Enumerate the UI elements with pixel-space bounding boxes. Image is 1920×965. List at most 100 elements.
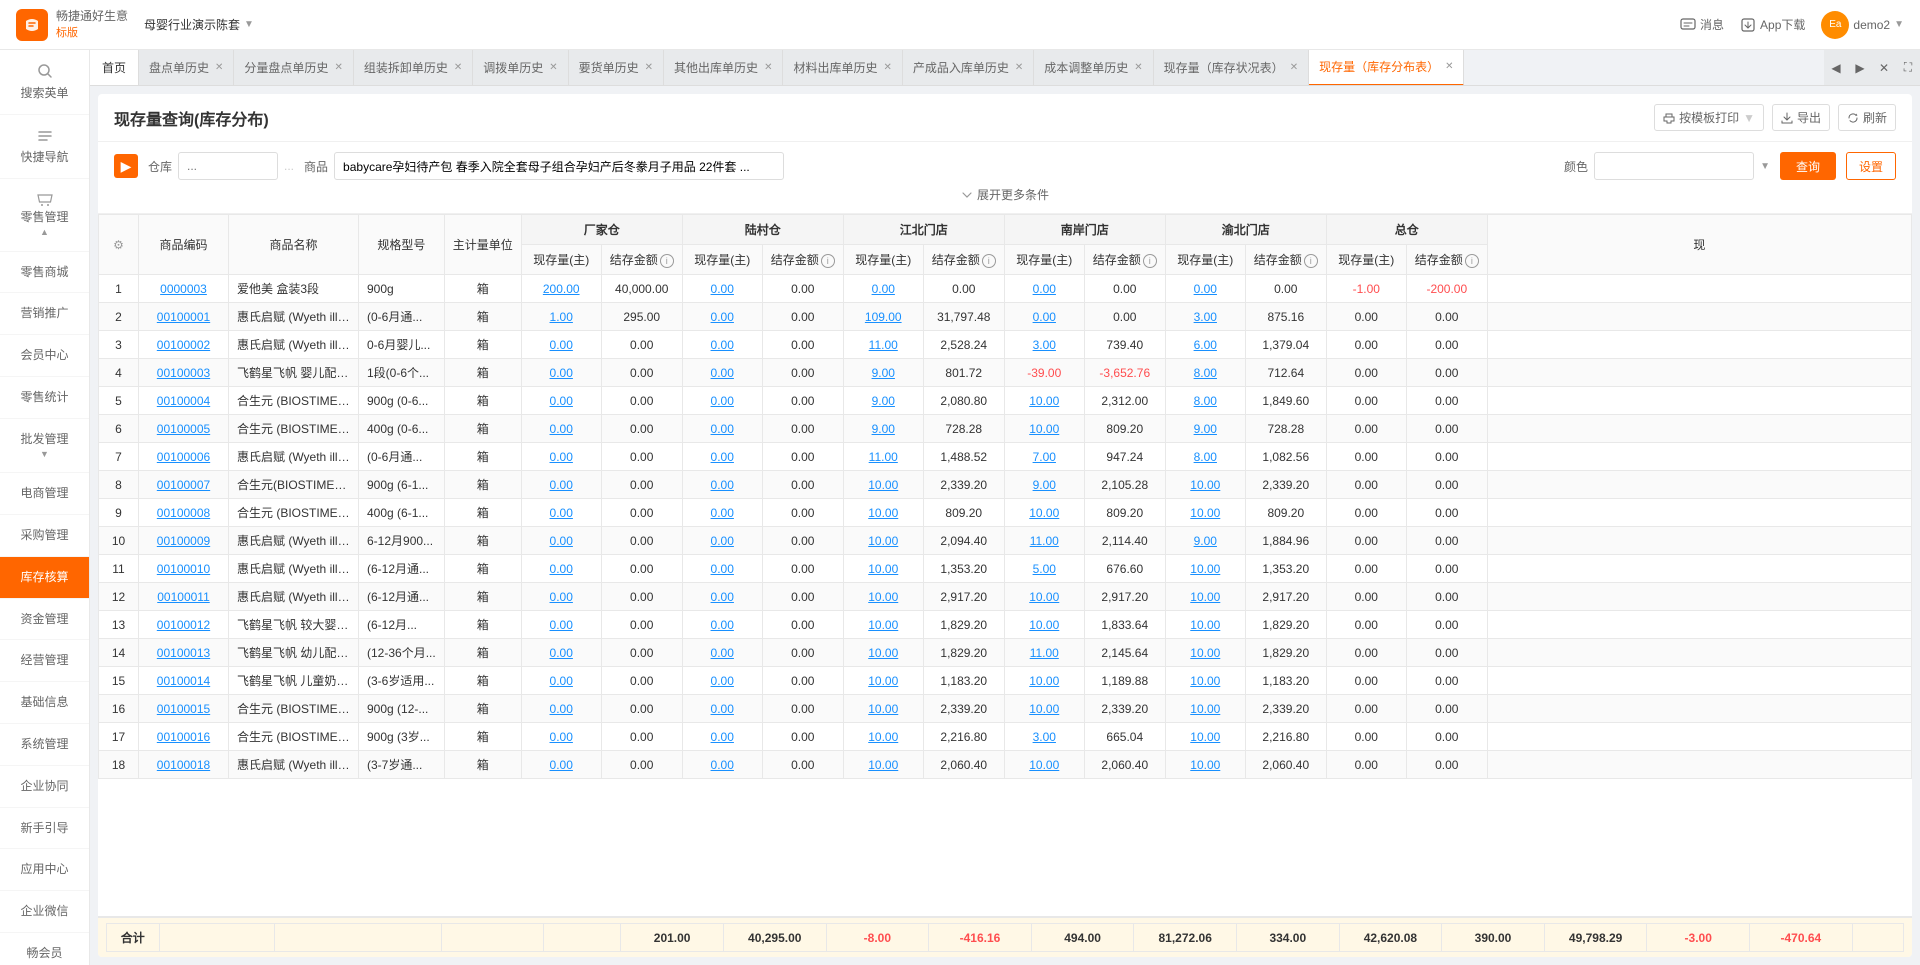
tab-close-btn[interactable]: ✕: [1445, 61, 1453, 72]
tab-transfer[interactable]: 调拨单历史 ✕: [473, 50, 568, 86]
sidebar-item-search[interactable]: 搜索英单: [0, 50, 89, 115]
th-total-amt: 结存金额i: [1406, 245, 1487, 275]
expand-btn[interactable]: 展开更多条件: [961, 186, 1049, 203]
sidebar-item-basic-info[interactable]: 基础信息: [0, 682, 89, 724]
tab-stock-status[interactable]: 现存量（库存状况表） ✕: [1154, 50, 1309, 86]
sidebar-item-operations[interactable]: 经营管理: [0, 640, 89, 682]
factory-amt-info[interactable]: i: [660, 254, 674, 268]
tab-close-btn[interactable]: ✕: [1015, 62, 1023, 73]
cell-total-amt: 0.00: [1406, 667, 1487, 695]
tab-close-btn[interactable]: ✕: [454, 62, 462, 73]
tab-close-btn[interactable]: ✕: [334, 62, 342, 73]
cell-factory-qty: 0.00: [521, 583, 601, 611]
company-selector[interactable]: 母婴行业演示陈套 ▼: [144, 16, 254, 33]
search-toggle-btn[interactable]: ▶: [114, 154, 138, 178]
cell-num: 3: [99, 331, 139, 359]
cell-total-amt: 0.00: [1406, 499, 1487, 527]
sidebar-item-purchase[interactable]: 采购管理: [0, 515, 89, 557]
tab-close-btn[interactable]: ✕: [215, 62, 223, 73]
na-amt-info[interactable]: i: [1143, 254, 1157, 268]
tab-material-outbound[interactable]: 材料出库单历史 ✕: [783, 50, 902, 86]
warehouse-more-btn[interactable]: ...: [284, 159, 294, 173]
tab-prev-btn[interactable]: ◀: [1824, 50, 1848, 86]
lc-amt-info[interactable]: i: [821, 254, 835, 268]
tab-inventory-count-sub[interactable]: 分量盘点单历史 ✕: [234, 50, 353, 86]
tab-next-btn[interactable]: ▶: [1848, 50, 1872, 86]
cell-spec: 1段(0-6个...: [359, 359, 445, 387]
total-amt-info[interactable]: i: [1465, 254, 1479, 268]
sidebar-item-retail-stats[interactable]: 零售统计: [0, 377, 89, 419]
user-profile-btn[interactable]: Ea demo2 ▼: [1821, 11, 1904, 39]
th-factory-amt: 结存金额i: [601, 245, 682, 275]
cell-total-qty: 0.00: [1326, 751, 1406, 779]
cell-unit: 箱: [444, 583, 521, 611]
cell-total-amt: -200.00: [1406, 275, 1487, 303]
cell-factory-qty: 0.00: [521, 415, 601, 443]
tab-requisition[interactable]: 要货单历史 ✕: [569, 50, 664, 86]
sidebar-item-system[interactable]: 系统管理: [0, 724, 89, 766]
sidebar-item-app-center[interactable]: 应用中心: [0, 849, 89, 891]
cell-extra: [1487, 695, 1911, 723]
sidebar-item-marketing[interactable]: 营销推广: [0, 293, 89, 335]
tab-assembly[interactable]: 组装拆卸单历史 ✕: [354, 50, 473, 86]
export-btn[interactable]: 导出: [1772, 104, 1830, 131]
sidebar-item-retail-mgmt[interactable]: 零售管理 ▲: [0, 179, 89, 251]
cell-lc-qty: 0.00: [682, 415, 762, 443]
cell-jb-qty: 10.00: [843, 499, 923, 527]
app-download-btn[interactable]: App下载: [1740, 16, 1805, 33]
table-row: 12 00100011 惠氏启赋 (Wyeth illu... (6-12月通.…: [99, 583, 1912, 611]
sidebar-item-guide[interactable]: 新手引导: [0, 808, 89, 850]
table-row: 7 00100006 惠氏启赋 (Wyeth illu... (0-6月通...…: [99, 443, 1912, 471]
color-dropdown-icon[interactable]: ▼: [1760, 161, 1770, 172]
settings-btn[interactable]: 设置: [1846, 152, 1896, 180]
sidebar-item-ecommerce[interactable]: 电商管理: [0, 473, 89, 515]
cell-factory-qty: 0.00: [521, 471, 601, 499]
tab-inventory-count[interactable]: 盘点单历史 ✕: [139, 50, 234, 86]
cell-unit: 箱: [444, 331, 521, 359]
goods-input[interactable]: [334, 152, 784, 180]
sidebar-item-wechat[interactable]: 企业微信: [0, 891, 89, 933]
cell-factory-amt: 0.00: [601, 359, 682, 387]
tab-close-all-btn[interactable]: ✕: [1872, 50, 1896, 86]
user-dropdown-icon: ▼: [1894, 19, 1904, 30]
cell-code: 00100003: [139, 359, 229, 387]
table-settings-icon[interactable]: ⚙: [111, 237, 127, 253]
tab-close-btn[interactable]: ✕: [549, 62, 557, 73]
print-btn[interactable]: 按模板打印 ▼: [1654, 104, 1764, 131]
sidebar-item-enterprise[interactable]: 企业协同: [0, 766, 89, 808]
sidebar-item-quick-nav[interactable]: 快捷导航: [0, 115, 89, 180]
tab-cost-adjust[interactable]: 成本调整单历史 ✕: [1034, 50, 1153, 86]
sidebar-item-retail-store[interactable]: 零售商城: [0, 252, 89, 294]
tab-controls: ◀ ▶ ✕ ⛶: [1824, 50, 1920, 86]
tab-close-btn[interactable]: ✕: [645, 62, 653, 73]
yb-amt-info[interactable]: i: [1304, 254, 1318, 268]
tab-fullscreen-btn[interactable]: ⛶: [1896, 50, 1920, 86]
sidebar-item-member[interactable]: 会员中心: [0, 335, 89, 377]
message-btn[interactable]: 消息: [1680, 16, 1724, 33]
cell-yb-qty: 10.00: [1165, 471, 1245, 499]
sidebar-item-inventory[interactable]: 库存核算: [0, 557, 89, 599]
cell-total-qty: 0.00: [1326, 387, 1406, 415]
cell-jb-qty: 10.00: [843, 471, 923, 499]
color-input[interactable]: [1594, 152, 1754, 180]
cell-code: 00100016: [139, 723, 229, 751]
tab-close-btn[interactable]: ✕: [1134, 62, 1142, 73]
tab-home[interactable]: 首页: [90, 50, 139, 86]
search-btn[interactable]: 查询: [1780, 152, 1836, 180]
cell-factory-qty: 0.00: [521, 695, 601, 723]
tab-other-outbound[interactable]: 其他出库单历史 ✕: [664, 50, 783, 86]
warehouse-input[interactable]: [178, 152, 278, 180]
refresh-btn[interactable]: 刷新: [1838, 104, 1896, 131]
tab-close-btn[interactable]: ✕: [764, 62, 772, 73]
sidebar-item-finance[interactable]: 资金管理: [0, 599, 89, 641]
cell-lc-amt: 0.00: [762, 471, 843, 499]
tab-close-btn[interactable]: ✕: [883, 62, 891, 73]
jb-amt-info[interactable]: i: [982, 254, 996, 268]
sidebar-item-vip[interactable]: 畅会员: [0, 933, 89, 965]
sidebar-item-wholesale[interactable]: 批发管理 ▼: [0, 419, 89, 473]
tab-close-btn[interactable]: ✕: [1290, 62, 1298, 73]
tab-product-inbound[interactable]: 产成品入库单历史 ✕: [903, 50, 1034, 86]
tab-stock-distribution[interactable]: 现存量（库存分布表） ✕: [1309, 50, 1464, 86]
table-row: 8 00100007 合生元(BIOSTIME)派... 900g (6-1..…: [99, 471, 1912, 499]
cell-num: 2: [99, 303, 139, 331]
